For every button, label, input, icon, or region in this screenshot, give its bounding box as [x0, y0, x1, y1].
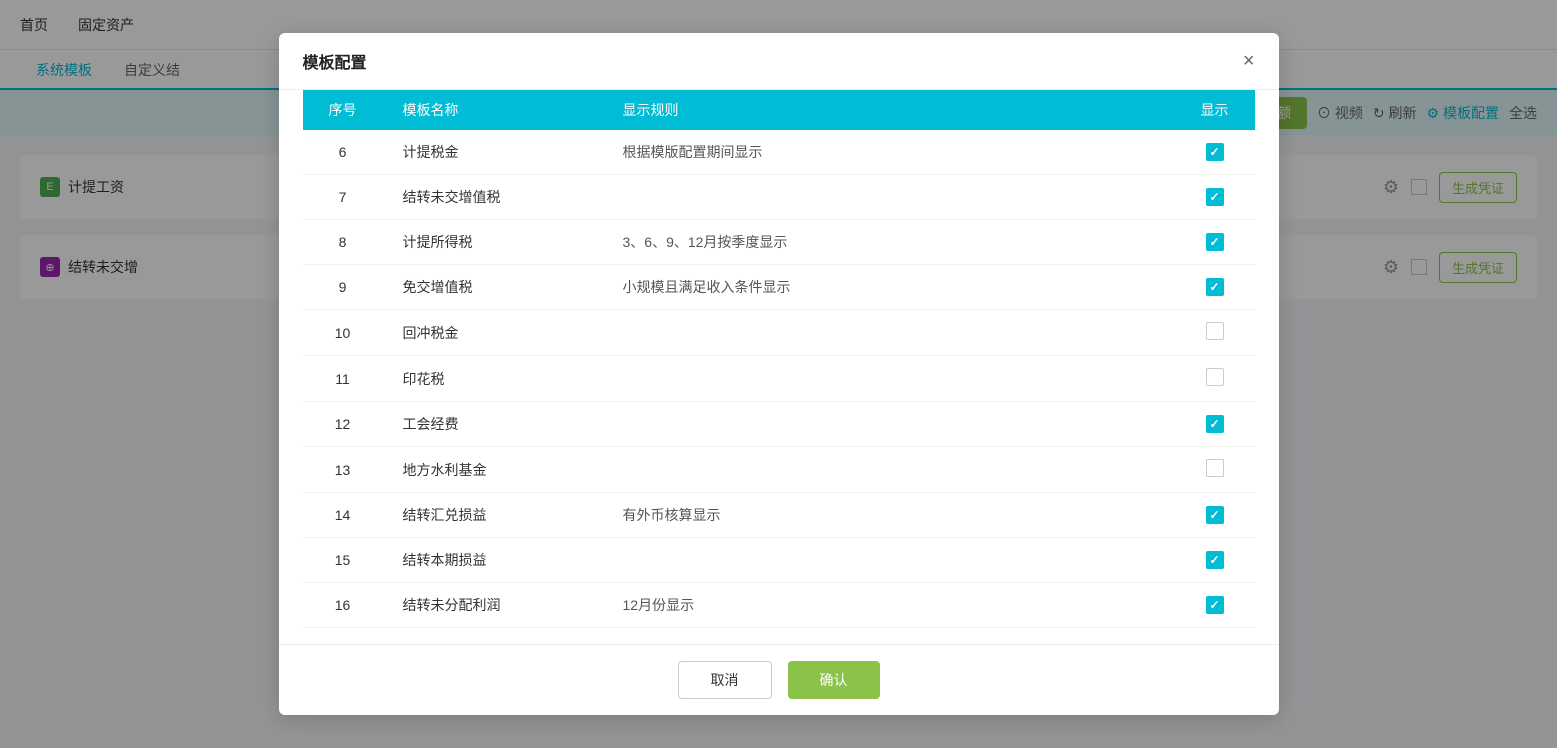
- table-row: 16 结转未分配利润 12月份显示: [303, 583, 1255, 628]
- cell-rule: [603, 402, 1175, 447]
- row-checkbox-6[interactable]: [1206, 143, 1224, 161]
- row-checkbox-9[interactable]: [1206, 278, 1224, 296]
- cell-checkbox[interactable]: [1175, 493, 1255, 538]
- cell-rule: 3、6、9、12月按季度显示: [603, 220, 1175, 265]
- col-header-display: 显示: [1175, 90, 1255, 130]
- row-checkbox-7[interactable]: [1206, 188, 1224, 206]
- modal-title: 模板配置: [303, 49, 367, 73]
- col-header-rule: 显示规则: [603, 90, 1175, 130]
- cell-checkbox[interactable]: [1175, 583, 1255, 628]
- cell-id: 6: [303, 130, 383, 175]
- table-body: 6 计提税金 根据模版配置期间显示 7 结转未交增值税 8 计提所得税 3、6、…: [303, 130, 1255, 628]
- row-checkbox-16[interactable]: [1206, 596, 1224, 614]
- table-row: 15 结转本期损益: [303, 538, 1255, 583]
- cell-name: 结转本期损益: [383, 538, 603, 583]
- table-row: 13 地方水利基金: [303, 447, 1255, 493]
- col-header-id: 序号: [303, 90, 383, 130]
- cell-checkbox[interactable]: [1175, 175, 1255, 220]
- cell-id: 7: [303, 175, 383, 220]
- table-row: 7 结转未交增值税: [303, 175, 1255, 220]
- cell-id: 13: [303, 447, 383, 493]
- modal-footer: 取消 确认: [279, 644, 1279, 715]
- cell-id: 16: [303, 583, 383, 628]
- cell-name: 结转汇兑损益: [383, 493, 603, 538]
- table-row: 10 回冲税金: [303, 310, 1255, 356]
- row-checkbox-13[interactable]: [1206, 459, 1224, 477]
- cell-name: 结转未交增值税: [383, 175, 603, 220]
- modal-close-button[interactable]: ×: [1243, 51, 1255, 71]
- cell-checkbox[interactable]: [1175, 130, 1255, 175]
- cell-id: 11: [303, 356, 383, 402]
- modal-overlay: 模板配置 × 序号 模板名称 显示规则 显示 6 计提税金 根据模版配置期间显示: [0, 0, 1557, 748]
- cell-rule: [603, 175, 1175, 220]
- row-checkbox-10[interactable]: [1206, 322, 1224, 340]
- row-checkbox-15[interactable]: [1206, 551, 1224, 569]
- cell-name: 结转未分配利润: [383, 583, 603, 628]
- row-checkbox-12[interactable]: [1206, 415, 1224, 433]
- cell-rule: [603, 356, 1175, 402]
- cell-name: 地方水利基金: [383, 447, 603, 493]
- table-row: 11 印花税: [303, 356, 1255, 402]
- cell-checkbox[interactable]: [1175, 356, 1255, 402]
- cell-checkbox[interactable]: [1175, 310, 1255, 356]
- cell-name: 印花税: [383, 356, 603, 402]
- template-config-modal: 模板配置 × 序号 模板名称 显示规则 显示 6 计提税金 根据模版配置期间显示: [279, 33, 1279, 715]
- confirm-button[interactable]: 确认: [788, 661, 880, 699]
- row-checkbox-11[interactable]: [1206, 368, 1224, 386]
- cell-id: 9: [303, 265, 383, 310]
- cell-id: 12: [303, 402, 383, 447]
- table-row: 6 计提税金 根据模版配置期间显示: [303, 130, 1255, 175]
- cell-name: 免交增值税: [383, 265, 603, 310]
- row-checkbox-14[interactable]: [1206, 506, 1224, 524]
- table-row: 9 免交增值税 小规模且满足收入条件显示: [303, 265, 1255, 310]
- cancel-button[interactable]: 取消: [678, 661, 772, 699]
- cell-rule: [603, 310, 1175, 356]
- col-header-name: 模板名称: [383, 90, 603, 130]
- table-row: 14 结转汇兑损益 有外币核算显示: [303, 493, 1255, 538]
- table-row: 12 工会经费: [303, 402, 1255, 447]
- cell-id: 14: [303, 493, 383, 538]
- cell-checkbox[interactable]: [1175, 265, 1255, 310]
- cell-id: 10: [303, 310, 383, 356]
- cell-rule: [603, 538, 1175, 583]
- table-header: 序号 模板名称 显示规则 显示: [303, 90, 1255, 130]
- cell-rule: 有外币核算显示: [603, 493, 1175, 538]
- cell-name: 计提所得税: [383, 220, 603, 265]
- cell-name: 回冲税金: [383, 310, 603, 356]
- config-table: 序号 模板名称 显示规则 显示 6 计提税金 根据模版配置期间显示 7 结转未交…: [303, 90, 1255, 628]
- cell-checkbox[interactable]: [1175, 220, 1255, 265]
- cell-checkbox[interactable]: [1175, 538, 1255, 583]
- table-row: 8 计提所得税 3、6、9、12月按季度显示: [303, 220, 1255, 265]
- modal-header: 模板配置 ×: [279, 33, 1279, 90]
- cell-checkbox[interactable]: [1175, 402, 1255, 447]
- cell-rule: 小规模且满足收入条件显示: [603, 265, 1175, 310]
- cell-id: 8: [303, 220, 383, 265]
- cell-checkbox[interactable]: [1175, 447, 1255, 493]
- cell-id: 15: [303, 538, 383, 583]
- cell-rule: 12月份显示: [603, 583, 1175, 628]
- cell-rule: [603, 447, 1175, 493]
- row-checkbox-8[interactable]: [1206, 233, 1224, 251]
- cell-name: 计提税金: [383, 130, 603, 175]
- modal-body: 序号 模板名称 显示规则 显示 6 计提税金 根据模版配置期间显示 7 结转未交…: [279, 90, 1279, 644]
- cell-name: 工会经费: [383, 402, 603, 447]
- cell-rule: 根据模版配置期间显示: [603, 130, 1175, 175]
